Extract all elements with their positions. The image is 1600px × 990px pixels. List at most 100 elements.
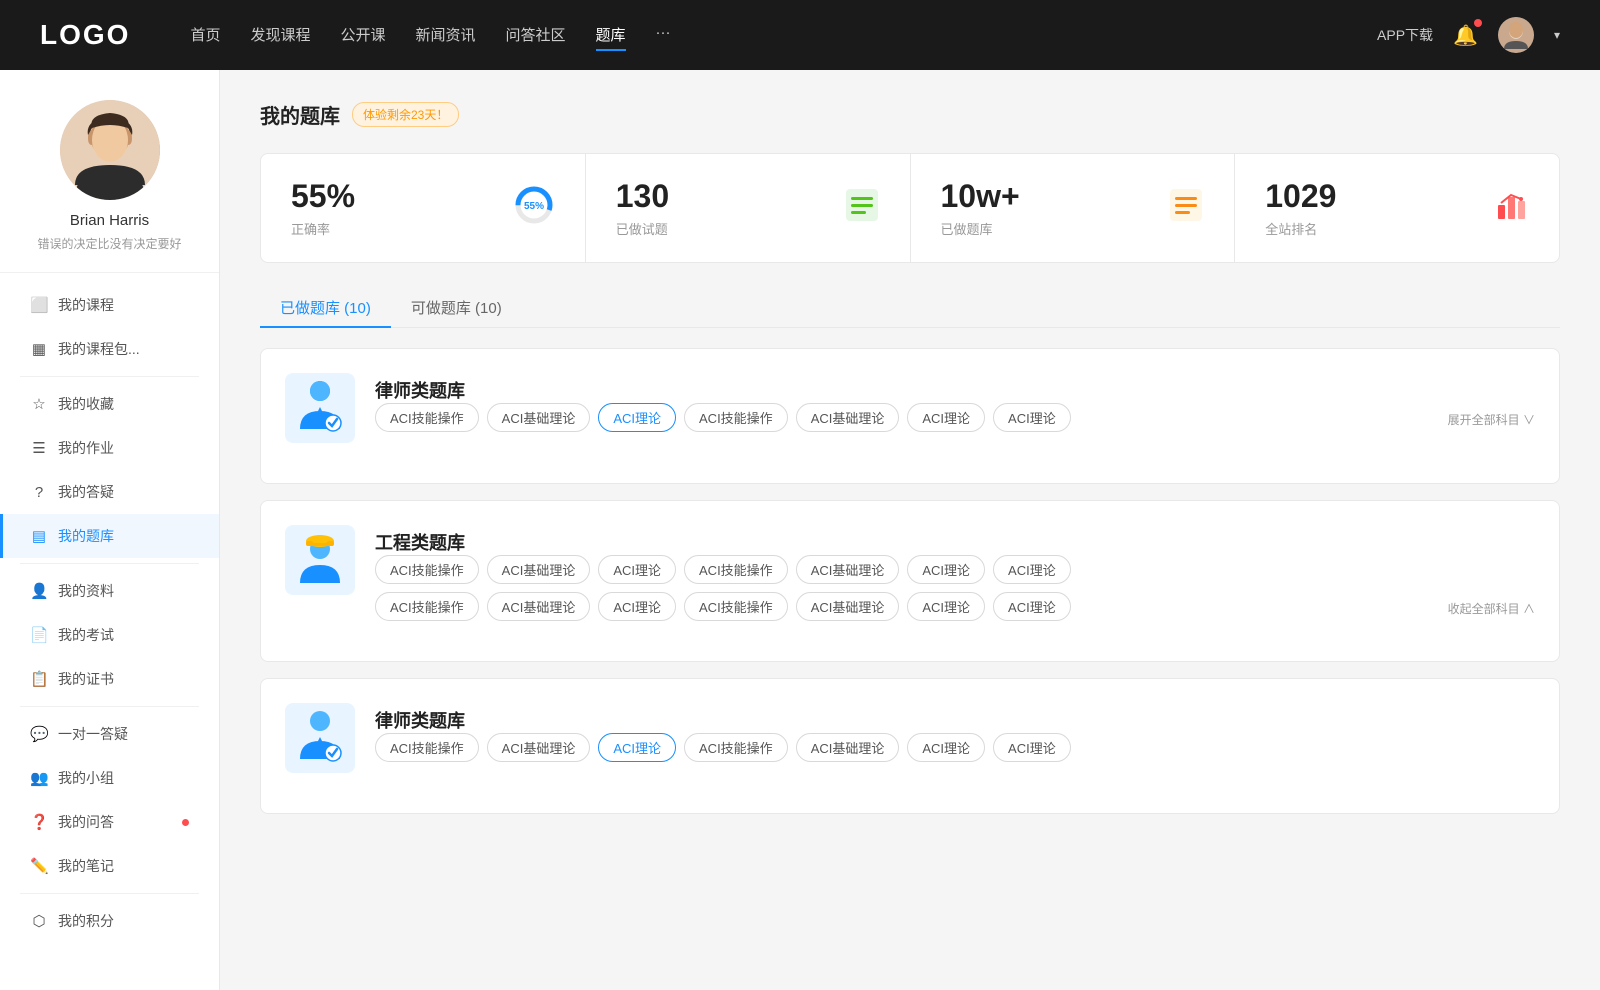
- notes-icon: ✏️: [30, 857, 48, 875]
- menu-divider: [20, 893, 199, 894]
- nav-link-questionbank[interactable]: 题库: [596, 20, 626, 51]
- tag[interactable]: ACI基础理论: [487, 733, 591, 762]
- trial-badge: 体验剩余23天！: [352, 102, 459, 127]
- sidebar-item-favorites[interactable]: ☆ 我的收藏: [0, 382, 219, 426]
- page-header: 我的题库 体验剩余23天！: [260, 100, 1560, 129]
- tag[interactable]: ACI基础理论: [487, 403, 591, 432]
- sidebar-item-notes[interactable]: ✏️ 我的笔记: [0, 844, 219, 888]
- tag[interactable]: ACI理论: [993, 733, 1071, 762]
- course-icon: ⬜: [30, 296, 48, 314]
- navbar: LOGO 首页 发现课程 公开课 新闻资讯 问答社区 题库 ··· APP下载 …: [0, 0, 1600, 70]
- tag-active[interactable]: ACI理论: [598, 403, 676, 432]
- sidebar-item-tutoring[interactable]: 💬 一对一答疑: [0, 712, 219, 756]
- app-download-link[interactable]: APP下载: [1377, 25, 1433, 45]
- user-avatar[interactable]: [1498, 17, 1534, 53]
- tag[interactable]: ACI基础理论: [487, 592, 591, 621]
- bank-card-header: 工程类题库 ACI技能操作 ACI基础理论 ACI理论 ACI技能操作 ACI基…: [285, 525, 1535, 621]
- sidebar-item-exam[interactable]: 📄 我的考试: [0, 613, 219, 657]
- stat-label: 全站排名: [1265, 219, 1336, 238]
- tag[interactable]: ACI理论: [907, 555, 985, 584]
- nav-link-qa[interactable]: 问答社区: [506, 20, 566, 51]
- favorites-icon: ☆: [30, 395, 48, 413]
- sidebar-item-course[interactable]: ⬜ 我的课程: [0, 283, 219, 327]
- tag[interactable]: ACI基础理论: [796, 555, 900, 584]
- sidebar-item-questionbank[interactable]: ▤ 我的题库: [0, 514, 219, 558]
- page-title: 我的题库: [260, 100, 340, 129]
- nav-link-discover[interactable]: 发现课程: [250, 20, 310, 51]
- tabs-row: 已做题库 (10) 可做题库 (10): [260, 287, 1560, 328]
- tag[interactable]: ACI基础理论: [796, 403, 900, 432]
- nav-chevron-icon[interactable]: ▾: [1554, 28, 1560, 42]
- certificate-icon: 📋: [30, 670, 48, 688]
- nav-logo[interactable]: LOGO: [40, 19, 130, 51]
- stat-correct-rate: 55% 正确率 55%: [261, 154, 586, 262]
- tag[interactable]: ACI基础理论: [796, 733, 900, 762]
- stat-info: 55% 正确率: [291, 178, 355, 238]
- nav-link-home[interactable]: 首页: [190, 20, 220, 51]
- engineer-figure: [295, 531, 345, 589]
- tag[interactable]: ACI基础理论: [487, 555, 591, 584]
- avatar-image: [1498, 17, 1534, 53]
- tag-active[interactable]: ACI理论: [598, 733, 676, 762]
- tag[interactable]: ACI理论: [598, 592, 676, 621]
- answers-dot: [182, 819, 189, 826]
- tag[interactable]: ACI理论: [993, 403, 1071, 432]
- tag[interactable]: ACI技能操作: [375, 555, 479, 584]
- nav-link-more[interactable]: ···: [656, 20, 671, 51]
- sidebar-menu: ⬜ 我的课程 ▦ 我的课程包... ☆ 我的收藏 ☰ 我的作业 ? 我的答疑 ▤: [0, 273, 219, 953]
- tag[interactable]: ACI理论: [993, 592, 1071, 621]
- nav-link-opencourse[interactable]: 公开课: [340, 20, 385, 51]
- tab-available-banks[interactable]: 可做题库 (10): [391, 287, 522, 328]
- tag[interactable]: ACI理论: [907, 733, 985, 762]
- tag[interactable]: ACI理论: [598, 555, 676, 584]
- sidebar-item-profile[interactable]: 👤 我的资料: [0, 569, 219, 613]
- stat-value: 55%: [291, 178, 355, 215]
- sidebar-item-label: 我的问答: [58, 812, 172, 832]
- sidebar-item-points[interactable]: ⬡ 我的积分: [0, 899, 219, 943]
- sidebar-item-label: 我的证书: [58, 669, 189, 689]
- tag[interactable]: ACI理论: [993, 555, 1071, 584]
- tag[interactable]: ACI技能操作: [684, 555, 788, 584]
- tag[interactable]: ACI基础理论: [796, 592, 900, 621]
- sidebar-item-answers[interactable]: ❓ 我的问答: [0, 800, 219, 844]
- profile-avatar: [60, 100, 160, 200]
- page-layout: Brian Harris 错误的决定比没有决定要好 ⬜ 我的课程 ▦ 我的课程包…: [0, 70, 1600, 990]
- tab-done-banks[interactable]: 已做题库 (10): [260, 287, 391, 328]
- tag[interactable]: ACI理论: [907, 403, 985, 432]
- tag[interactable]: ACI技能操作: [684, 592, 788, 621]
- bank-tags-row: ACI技能操作 ACI基础理论 ACI理论 ACI技能操作 ACI基础理论 AC…: [375, 403, 1535, 432]
- sidebar-item-label: 我的收藏: [58, 394, 189, 414]
- stat-done-banks: 10w+ 已做题库: [911, 154, 1236, 262]
- expand-link[interactable]: 展开全部科目 ∨: [1448, 411, 1535, 432]
- bank-name: 律师类题库: [375, 703, 1535, 733]
- notification-bell[interactable]: 🔔: [1453, 23, 1478, 48]
- engineer-icon: [285, 525, 355, 595]
- sidebar-item-group[interactable]: 👥 我的小组: [0, 756, 219, 800]
- sidebar-item-homework[interactable]: ☰ 我的作业: [0, 426, 219, 470]
- stat-value: 130: [616, 178, 669, 215]
- tag[interactable]: ACI技能操作: [375, 733, 479, 762]
- sidebar-item-course-pkg[interactable]: ▦ 我的课程包...: [0, 327, 219, 371]
- tag[interactable]: ACI理论: [907, 592, 985, 621]
- sidebar: Brian Harris 错误的决定比没有决定要好 ⬜ 我的课程 ▦ 我的课程包…: [0, 70, 220, 990]
- stat-ranking: 1029 全站排名: [1235, 154, 1559, 262]
- tag[interactable]: ACI技能操作: [684, 733, 788, 762]
- list-green-icon: [844, 187, 880, 230]
- tag[interactable]: ACI技能操作: [375, 403, 479, 432]
- tag[interactable]: ACI技能操作: [375, 592, 479, 621]
- bank-card-header: 律师类题库 ACI技能操作 ACI基础理论 ACI理论 ACI技能操作 ACI基…: [285, 373, 1535, 443]
- collapse-link[interactable]: 收起全部科目 ∧: [1448, 600, 1535, 621]
- stat-info: 10w+ 已做题库: [941, 178, 1020, 238]
- nav-link-news[interactable]: 新闻资讯: [416, 20, 476, 51]
- stat-label: 已做题库: [941, 219, 1020, 238]
- sidebar-item-qa[interactable]: ? 我的答疑: [0, 470, 219, 514]
- course-pkg-icon: ▦: [30, 340, 48, 358]
- stat-done-questions: 130 已做试题: [586, 154, 911, 262]
- stat-label: 正确率: [291, 219, 355, 238]
- sidebar-item-label: 我的课程包...: [58, 339, 189, 359]
- tag[interactable]: ACI技能操作: [684, 403, 788, 432]
- bank-tags-row: ACI技能操作 ACI基础理论 ACI理论 ACI技能操作 ACI基础理论 AC…: [375, 733, 1535, 762]
- stat-info: 130 已做试题: [616, 178, 669, 238]
- sidebar-item-label: 我的题库: [58, 526, 189, 546]
- sidebar-item-certificate[interactable]: 📋 我的证书: [0, 657, 219, 701]
